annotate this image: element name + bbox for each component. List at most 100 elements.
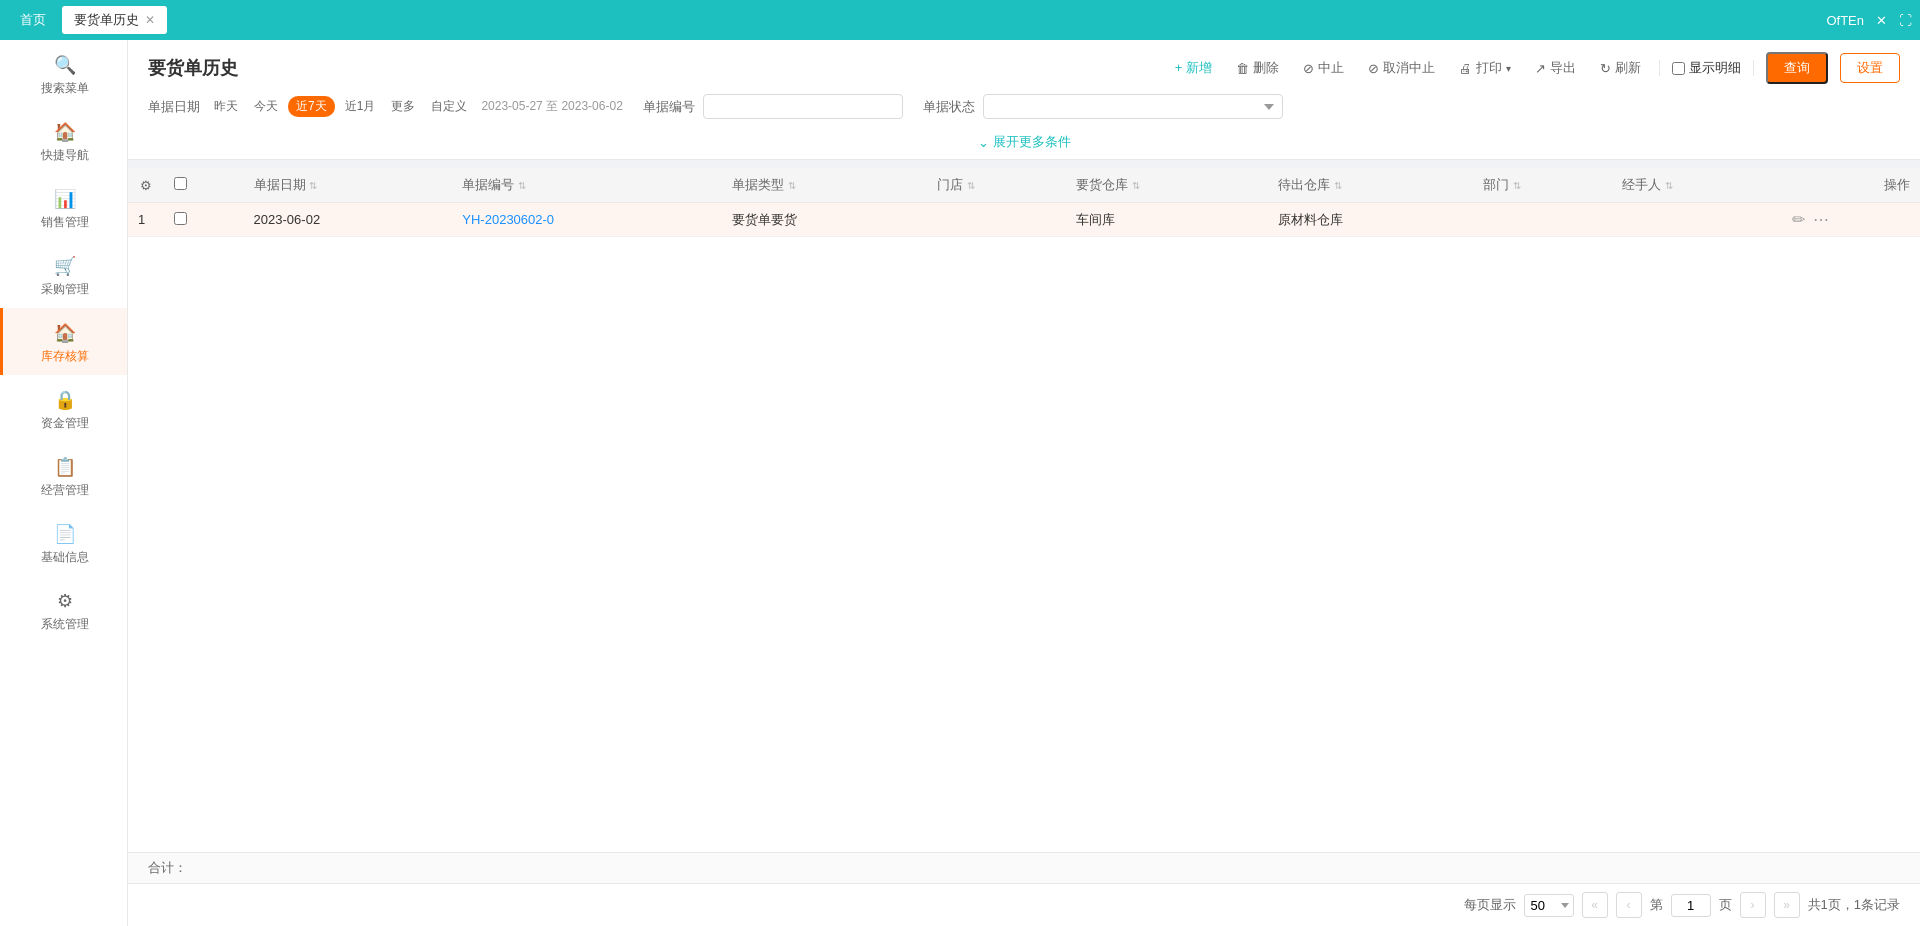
sort-icon-pending-warehouse: ⇅ [1334,180,1342,191]
row-index: 1 [128,203,164,237]
sidebar-item-quick-nav[interactable]: 🏠 快捷导航 [0,107,127,174]
date-btn-yesterday[interactable]: 昨天 [208,96,244,117]
next-page-button[interactable]: › [1740,892,1766,918]
col-store[interactable]: 门店 ⇅ [927,168,1066,203]
sidebar-item-purchase-mgmt[interactable]: 🛒 采购管理 [0,241,127,308]
page-input[interactable] [1671,894,1711,917]
sidebar-item-system-mgmt[interactable]: ⚙ 系统管理 [0,576,127,643]
first-page-button[interactable]: « [1582,892,1608,918]
refresh-button[interactable]: ↻ 刷新 [1594,55,1647,81]
page-size-select[interactable]: 50 20 100 [1524,894,1574,917]
sort-icon-doc-number: ⇅ [518,180,526,191]
table-header-row: ⚙ 单据日期 ⇅ 单据编号 ⇅ [128,168,1920,203]
settings-gear-icon[interactable]: ⚙ [140,178,152,193]
sidebar-item-search-menu[interactable]: 🔍 搜索菜单 [0,40,127,107]
doc-number-input[interactable] [703,94,903,119]
delete-button[interactable]: 🗑 删除 [1230,55,1285,81]
home-tab-label: 首页 [20,11,46,29]
topbar-right: OfTEn ✕ ⛶ [1826,13,1912,28]
filter-area: 单据日期 昨天 今天 近7天 近1月 更多 自定义 2023-05-27 至 2… [148,94,1900,159]
settings-button[interactable]: 设置 [1840,53,1900,83]
col-department[interactable]: 部门 ⇅ [1473,168,1612,203]
system-mgmt-icon: ⚙ [57,590,73,612]
tab-home[interactable]: 首页 [8,6,58,34]
sidebar-item-inventory[interactable]: 🏠 库存核算 [0,308,127,375]
date-btn-7days[interactable]: 近7天 [288,96,335,117]
cell-actions: ✏ ⋯ [1782,203,1920,237]
col-doc-number[interactable]: 单据编号 ⇅ [452,168,722,203]
date-btn-1month[interactable]: 近1月 [339,96,382,117]
expand-more-btn[interactable]: ⌄ 展开更多条件 [148,127,1900,159]
sidebar-item-operations-mgmt-label: 经营管理 [41,482,89,499]
row-select-checkbox[interactable] [174,212,187,225]
data-table: ⚙ 单据日期 ⇅ 单据编号 ⇅ [128,168,1920,237]
pagination-area: 每页显示 50 20 100 « ‹ 第 页 › » 共1页，1条记录 [128,883,1920,926]
table-area: ⚙ 单据日期 ⇅ 单据编号 ⇅ [128,168,1920,883]
delete-icon: 🗑 [1236,61,1249,76]
col-doc-date[interactable]: 单据日期 ⇅ [244,168,453,203]
more-icon[interactable]: ⋯ [1813,210,1829,229]
select-all-checkbox[interactable] [174,177,187,190]
col-actions: 操作 [1782,168,1920,203]
cancel-stop-icon: ⊘ [1368,61,1379,76]
summary-label: 合计： [148,859,187,877]
col-actions-label: 操作 [1884,177,1910,192]
col-store-label: 门店 [937,177,963,192]
cancel-stop-button[interactable]: ⊘ 取消中止 [1362,55,1441,81]
sidebar-item-operations-mgmt[interactable]: 📋 经营管理 [0,442,127,509]
sort-icon-handler: ⇅ [1665,180,1673,191]
status-select[interactable] [983,94,1283,119]
window-maximize-icon[interactable]: ⛶ [1899,13,1912,28]
show-detail-checkbox-wrapper[interactable]: 显示明细 [1672,59,1741,77]
col-checkbox [164,168,244,203]
col-doc-type[interactable]: 单据类型 ⇅ [722,168,927,203]
show-detail-checkbox[interactable] [1672,62,1685,75]
col-doc-date-label: 单据日期 [254,177,306,192]
summary-row: 合计： [148,859,1900,877]
tab-requisition-history[interactable]: 要货单历史 ✕ [62,6,167,34]
cell-doc-number[interactable]: YH-20230602-0 [452,203,722,237]
col-pending-warehouse[interactable]: 待出仓库 ⇅ [1268,168,1473,203]
sidebar-item-purchase-mgmt-label: 采购管理 [41,281,89,298]
sidebar-item-finance-mgmt[interactable]: 🔒 资金管理 [0,375,127,442]
sort-icon-doc-date: ⇅ [309,180,317,191]
last-page-button[interactable]: » [1774,892,1800,918]
col-handler[interactable]: 经手人 ⇅ [1612,168,1782,203]
total-info: 共1页，1条记录 [1808,896,1900,914]
edit-icon[interactable]: ✏ [1792,210,1805,229]
col-settings[interactable]: ⚙ [128,168,164,203]
often-label: OfTEn [1826,13,1864,28]
prev-page-button[interactable]: ‹ [1616,892,1642,918]
top-bar: 首页 要货单历史 ✕ OfTEn ✕ ⛶ [0,0,1920,40]
new-button[interactable]: + 新增 [1169,55,1218,81]
inventory-icon: 🏠 [54,322,76,344]
status-label: 单据状态 [923,98,975,116]
toolbar-separator-2 [1753,60,1754,76]
sidebar-item-basic-info[interactable]: 📄 基础信息 [0,509,127,576]
query-button[interactable]: 查询 [1766,52,1828,84]
cell-req-warehouse: 车间库 [1066,203,1268,237]
print-button[interactable]: 🖨 打印 ▾ [1453,55,1517,81]
page-label: 第 [1650,896,1663,914]
sidebar-item-sales-mgmt-label: 销售管理 [41,214,89,231]
content-area: 要货单历史 + 新增 🗑 删除 ⊘ 中止 ⊘ 取消中止 [128,40,1920,926]
export-button[interactable]: ↗ 导出 [1529,55,1582,81]
stop-button[interactable]: ⊘ 中止 [1297,55,1350,81]
date-btn-more[interactable]: 更多 [385,96,421,117]
date-btn-today[interactable]: 今天 [248,96,284,117]
doc-number-label: 单据编号 [643,98,695,116]
sidebar-item-quick-nav-label: 快捷导航 [41,147,89,164]
page-size-label: 每页显示 [1464,896,1516,914]
tab-close-icon[interactable]: ✕ [145,13,155,27]
show-detail-label: 显示明细 [1689,59,1741,77]
basic-info-icon: 📄 [54,523,76,545]
cell-pending-warehouse: 原材料仓库 [1268,203,1473,237]
cell-doc-date: 2023-06-02 [244,203,453,237]
sidebar-item-search-menu-label: 搜索菜单 [41,80,89,97]
date-filter-label: 单据日期 [148,98,200,116]
col-req-warehouse[interactable]: 要货仓库 ⇅ [1066,168,1268,203]
window-close-icon[interactable]: ✕ [1876,13,1887,28]
col-doc-number-label: 单据编号 [462,177,514,192]
sidebar-item-sales-mgmt[interactable]: 📊 销售管理 [0,174,127,241]
date-btn-custom[interactable]: 自定义 [425,96,473,117]
